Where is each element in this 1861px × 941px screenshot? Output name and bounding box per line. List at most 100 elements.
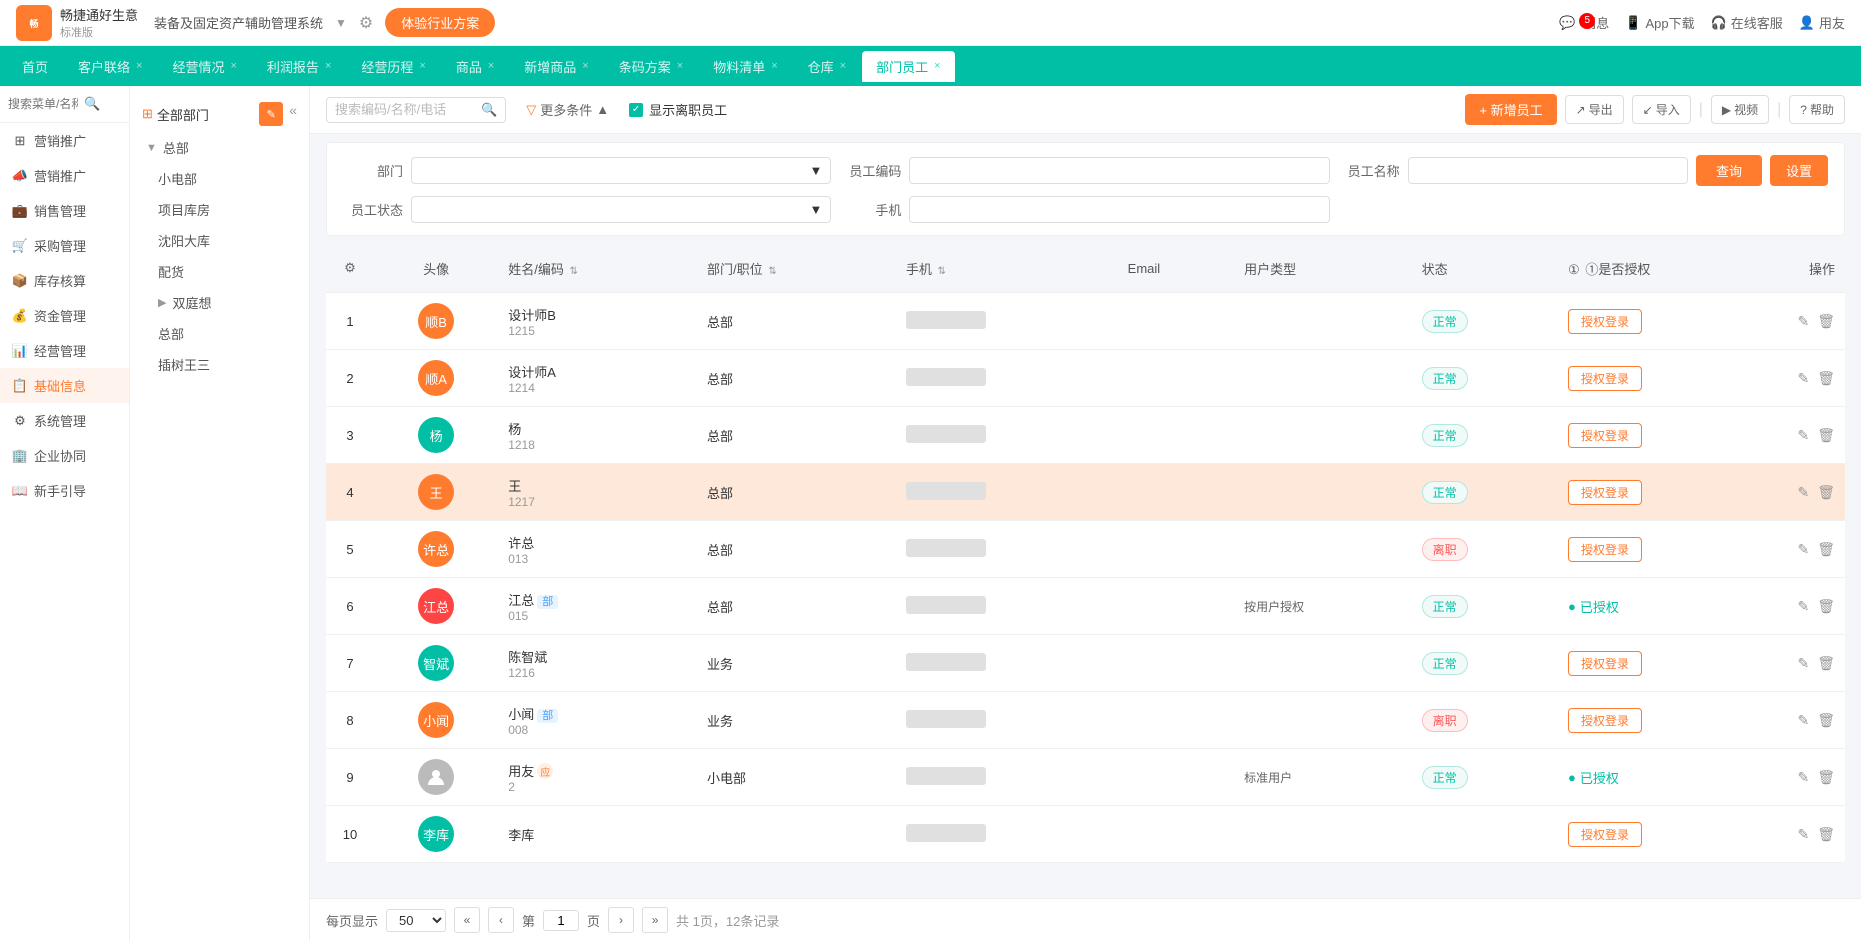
edit-icon[interactable]: ✎ xyxy=(1797,769,1809,786)
dept-select[interactable]: ▼ xyxy=(411,157,831,184)
emp-code-input[interactable] xyxy=(909,157,1329,184)
close-icon[interactable]: × xyxy=(230,60,236,72)
collapse-icon[interactable]: « xyxy=(289,102,297,126)
dept-node-small-elec[interactable]: 小电部 xyxy=(130,163,309,194)
sidebar-item-operation[interactable]: 📊 经营管理 xyxy=(0,333,129,368)
edit-icon[interactable]: ✎ xyxy=(1797,712,1809,729)
tab-process[interactable]: 经营历程× xyxy=(347,51,439,82)
sidebar-item-enterprise[interactable]: 🏢 企业协同 xyxy=(0,438,129,473)
auth-button[interactable]: 授权登录 xyxy=(1568,309,1642,334)
edit-icon[interactable]: ✎ xyxy=(1797,655,1809,672)
online-service-btn[interactable]: 🎧 在线客服 xyxy=(1711,13,1783,32)
auth-button[interactable]: 授权登录 xyxy=(1568,822,1642,847)
sort-icon[interactable]: ⇅ xyxy=(569,266,577,277)
edit-icon[interactable]: ✎ xyxy=(1797,484,1809,501)
sidebar-item-basic[interactable]: 📋 基础信息 xyxy=(0,368,129,403)
sidebar-item-marketing[interactable]: 📣 营销推广 xyxy=(0,158,129,193)
search-input[interactable] xyxy=(335,102,475,117)
auth-button[interactable]: 授权登录 xyxy=(1568,708,1642,733)
more-conditions-btn[interactable]: ▽ 更多条件 ▲ xyxy=(518,96,617,123)
messages-btn[interactable]: 💬 5 消息 xyxy=(1559,13,1609,32)
close-icon[interactable]: × xyxy=(488,60,494,72)
tab-warehouse[interactable]: 仓库× xyxy=(794,51,860,82)
dept-node-project-room[interactable]: 项目库房 xyxy=(130,194,309,225)
dept-node-distribution[interactable]: 配货 xyxy=(130,256,309,287)
page-number-input[interactable] xyxy=(543,910,579,931)
auth-button[interactable]: 授权登录 xyxy=(1568,480,1642,505)
edit-icon[interactable]: ✎ xyxy=(259,102,283,126)
auth-button[interactable]: 授权登录 xyxy=(1568,537,1642,562)
sidebar-item-system[interactable]: ⚙ 系统管理 xyxy=(0,403,129,438)
delete-icon[interactable]: 🗑 xyxy=(1817,313,1835,330)
edit-icon[interactable]: ✎ xyxy=(1797,427,1809,444)
chevron-down-icon[interactable]: ▼ xyxy=(335,16,347,30)
export-button[interactable]: ↗ 导出 xyxy=(1565,95,1624,124)
delete-icon[interactable]: 🗑 xyxy=(1817,712,1835,729)
help-button[interactable]: ? 帮助 xyxy=(1789,95,1845,124)
import-button[interactable]: ↙ 导入 xyxy=(1632,95,1691,124)
dept-node-headquarters2[interactable]: 总部 xyxy=(130,318,309,349)
close-icon[interactable]: × xyxy=(419,60,425,72)
sidebar-item-quick-nav[interactable]: ⊞ 营销推广 xyxy=(0,123,129,158)
tab-profit[interactable]: 利润报告× xyxy=(253,51,345,82)
delete-icon[interactable]: 🗑 xyxy=(1817,427,1835,444)
sidebar-item-purchase[interactable]: 🛒 采购管理 xyxy=(0,228,129,263)
close-icon[interactable]: × xyxy=(325,60,331,72)
tab-add-goods[interactable]: 新增商品× xyxy=(510,51,602,82)
sidebar-search-input[interactable] xyxy=(8,97,78,111)
settings-icon[interactable]: ⚙ xyxy=(359,13,373,33)
tab-dept-staff[interactable]: 部门员工× xyxy=(862,51,954,82)
auth-button[interactable]: 授权登录 xyxy=(1568,651,1642,676)
tab-goods[interactable]: 商品× xyxy=(442,51,508,82)
app-download-btn[interactable]: 📱 App下载 xyxy=(1625,13,1694,32)
sidebar-item-inventory[interactable]: 📦 库存核算 xyxy=(0,263,129,298)
experience-button[interactable]: 体验行业方案 xyxy=(385,8,495,37)
search-icon[interactable]: 🔍 xyxy=(481,102,497,118)
close-icon[interactable]: × xyxy=(677,60,683,72)
edit-icon[interactable]: ✎ xyxy=(1797,313,1809,330)
edit-icon[interactable]: ✎ xyxy=(1797,598,1809,615)
sort-icon3[interactable]: ⇅ xyxy=(938,266,946,277)
prev-page-btn[interactable]: ‹ xyxy=(488,907,514,933)
tab-barcode[interactable]: 条码方案× xyxy=(605,51,697,82)
edit-icon[interactable]: ✎ xyxy=(1797,826,1809,843)
last-page-btn[interactable]: » xyxy=(642,907,668,933)
dept-node-shuangting[interactable]: ▶ 双庭想 xyxy=(130,287,309,318)
emp-status-select[interactable]: ▼ xyxy=(411,196,831,223)
setting-button[interactable]: 设置 xyxy=(1770,155,1828,186)
auth-button[interactable]: 授权登录 xyxy=(1568,366,1642,391)
close-icon[interactable]: × xyxy=(136,60,142,72)
page-size-select[interactable]: 50 100 200 xyxy=(386,909,446,932)
delete-icon[interactable]: 🗑 xyxy=(1817,370,1835,387)
tab-operation[interactable]: 经营情况× xyxy=(158,51,250,82)
view-button[interactable]: ▶ 视频 xyxy=(1711,95,1769,124)
dept-node-shenyang[interactable]: 沈阳大库 xyxy=(130,225,309,256)
delete-icon[interactable]: 🗑 xyxy=(1817,598,1835,615)
query-button[interactable]: 查询 xyxy=(1696,155,1762,186)
first-page-btn[interactable]: « xyxy=(454,907,480,933)
tab-home[interactable]: 首页 xyxy=(8,51,62,82)
sidebar-item-guide[interactable]: 📖 新手引导 xyxy=(0,473,129,508)
sidebar-item-sales[interactable]: 💼 销售管理 xyxy=(0,193,129,228)
delete-icon[interactable]: 🗑 xyxy=(1817,484,1835,501)
close-icon[interactable]: × xyxy=(840,60,846,72)
delete-icon[interactable]: 🗑 xyxy=(1817,655,1835,672)
sidebar-item-finance[interactable]: 💰 资金管理 xyxy=(0,298,129,333)
tab-customer[interactable]: 客户联络× xyxy=(64,51,156,82)
dept-node-chashuwang[interactable]: 插树王三 xyxy=(130,349,309,380)
show-resigned-toggle[interactable]: ✓ 显示离职员工 xyxy=(629,100,727,119)
emp-name-input[interactable] xyxy=(1408,157,1688,184)
close-icon[interactable]: × xyxy=(934,60,940,72)
resigned-checkbox[interactable]: ✓ xyxy=(629,103,643,117)
sort-icon2[interactable]: ⇅ xyxy=(768,266,776,277)
dept-node-headquarters[interactable]: ▼ 总部 xyxy=(130,132,309,163)
auth-button[interactable]: 授权登录 xyxy=(1568,423,1642,448)
delete-icon[interactable]: 🗑 xyxy=(1817,769,1835,786)
user-avatar[interactable]: 👤 用友 xyxy=(1799,13,1845,32)
delete-icon[interactable]: 🗑 xyxy=(1817,826,1835,843)
close-icon[interactable]: × xyxy=(582,60,588,72)
close-icon[interactable]: × xyxy=(771,60,777,72)
add-employee-button[interactable]: + 新增员工 xyxy=(1465,94,1556,125)
phone-input[interactable] xyxy=(909,196,1329,223)
edit-icon[interactable]: ✎ xyxy=(1797,370,1809,387)
